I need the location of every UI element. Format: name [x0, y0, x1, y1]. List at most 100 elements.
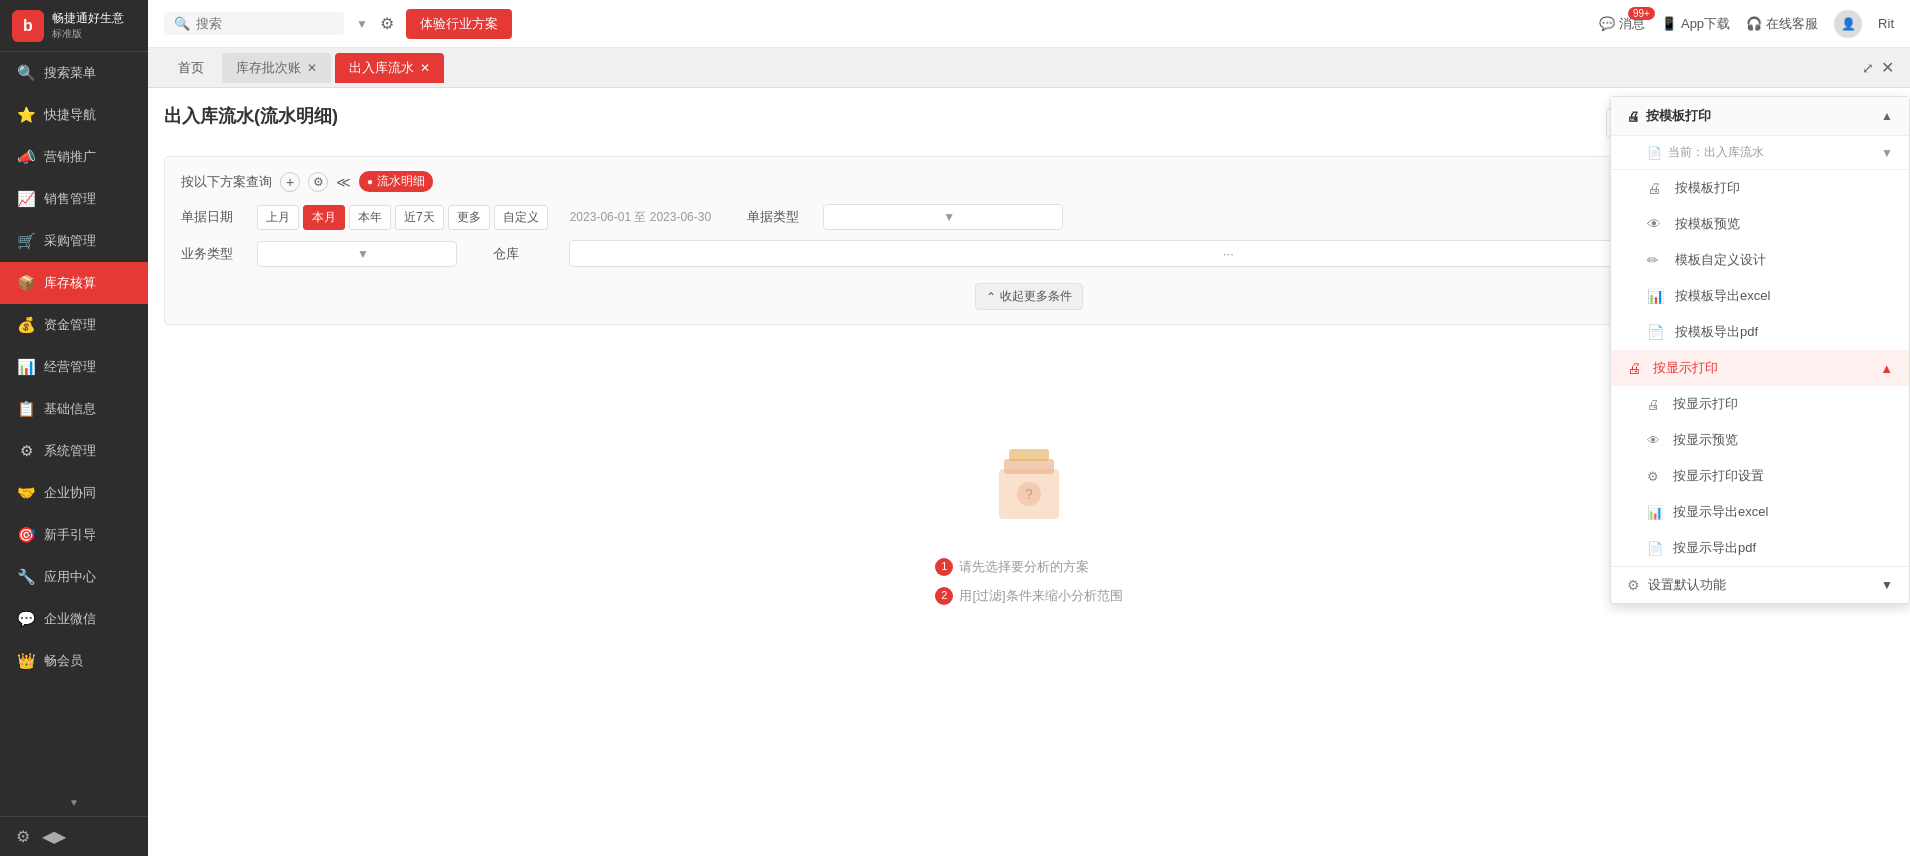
- empty-step-2: 2 用[过滤]条件来缩小分析范围: [935, 584, 1122, 607]
- sidebar-menu: 🔍 搜索菜单 ⭐ 快捷导航 📣 营销推广 📈 销售管理 🛒 采购管理 📦 库存核…: [0, 52, 148, 789]
- page-title: 出入库流水(流水明细): [164, 104, 338, 128]
- sidebar-item-appcenter[interactable]: 🔧 应用中心: [0, 556, 148, 598]
- search-icon: 🔍: [174, 16, 190, 31]
- current-template-label: 📄 当前：出入库流水 ▼: [1611, 136, 1909, 169]
- biztype-select[interactable]: ▼: [257, 241, 457, 267]
- current-icon: 📄: [1647, 146, 1662, 160]
- date-btn-this-month[interactable]: 本月: [303, 205, 345, 230]
- dropdown-item-display-preview[interactable]: 👁 按显示预览: [1611, 422, 1909, 458]
- filter-collapse-icon[interactable]: ≪: [336, 174, 351, 190]
- member-icon: 👑: [16, 651, 36, 671]
- dropdown-item-display-settings[interactable]: ⚙ 按显示打印设置: [1611, 458, 1909, 494]
- search-box[interactable]: 🔍: [164, 12, 344, 35]
- filter-tag[interactable]: ● 流水明细: [359, 171, 433, 192]
- dropdown-item-display-excel[interactable]: 📊 按显示导出excel: [1611, 494, 1909, 530]
- collapse-icon: ⌃: [986, 290, 996, 304]
- notice-btn[interactable]: 💬 消息 99+: [1599, 15, 1645, 33]
- collapse-more-btn[interactable]: ⌃ 收起更多条件: [975, 283, 1083, 310]
- sidebar-footer: ⚙ ◀▶: [0, 816, 148, 856]
- template-excel-icon: 📊: [1647, 288, 1665, 304]
- filter-icon: ●: [367, 176, 373, 187]
- phone-icon: 📱: [1661, 16, 1677, 31]
- date-btn-more[interactable]: 更多: [448, 205, 490, 230]
- app-download-btn[interactable]: 📱 App下载: [1661, 15, 1730, 33]
- sidebar-item-marketing[interactable]: 📣 营销推广: [0, 136, 148, 178]
- tab-flow[interactable]: 出入库流水 ✕: [335, 53, 444, 83]
- sidebar-item-guide[interactable]: 🎯 新手引导: [0, 514, 148, 556]
- dropdown-collapse-icon[interactable]: ▲: [1881, 109, 1893, 123]
- display-collapse-icon: ▲: [1880, 361, 1893, 376]
- filter-add-btn[interactable]: +: [280, 172, 300, 192]
- sidebar-item-sales[interactable]: 📈 销售管理: [0, 178, 148, 220]
- dropdown-item-template-preview[interactable]: 👁 按模板预览: [1611, 206, 1909, 242]
- finance-icon: 💰: [16, 315, 36, 335]
- print-dropdown-panel: 🖨 按模板打印 ▲ 📄 当前：出入库流水 ▼ 🖨 按模板打印 👁 按模板预览 ✏…: [1610, 96, 1910, 604]
- guide-icon: 🎯: [16, 525, 36, 545]
- dropdown-header: 🖨 按模板打印 ▲: [1611, 97, 1909, 136]
- dropdown-item-display-pdf[interactable]: 📄 按显示导出pdf: [1611, 530, 1909, 566]
- tabbar: 首页 库存批次账 ✕ 出入库流水 ✕ ⤢ ✕: [148, 48, 1910, 88]
- dropdown-item-template-custom[interactable]: ✏ 模板自定义设计: [1611, 242, 1909, 278]
- dropdown-item-display-print[interactable]: 🖨 按显示打印: [1611, 386, 1909, 422]
- empty-text: 1 请先选择要分析的方案 2 用[过滤]条件来缩小分析范围: [935, 555, 1122, 608]
- sidebar-item-basic[interactable]: 📋 基础信息: [0, 388, 148, 430]
- dropdown-item-template-print[interactable]: 🖨 按模板打印: [1611, 170, 1909, 206]
- sales-icon: 📈: [16, 189, 36, 209]
- logo-area: b 畅捷通好生意 标准版: [0, 0, 148, 52]
- service-btn[interactable]: 🎧 在线客服: [1746, 15, 1818, 33]
- tab-close-all-icon[interactable]: ✕: [1881, 58, 1894, 77]
- display-excel-icon: 📊: [1647, 505, 1663, 520]
- display-print-icon: 🖨: [1647, 397, 1663, 412]
- settings-icon[interactable]: ⚙: [16, 827, 30, 846]
- sidebar-item-system[interactable]: ⚙ 系统管理: [0, 430, 148, 472]
- tab-home[interactable]: 首页: [164, 53, 218, 83]
- sidebar-item-quicknav[interactable]: ⭐ 快捷导航: [0, 94, 148, 136]
- dropdown-footer-default[interactable]: ⚙ 设置默认功能 ▼: [1611, 566, 1909, 603]
- sidebar-item-search[interactable]: 🔍 搜索菜单: [0, 52, 148, 94]
- date-btn-custom[interactable]: 自定义: [494, 205, 548, 230]
- dropdown-item-template-excel[interactable]: 📊 按模板导出excel: [1611, 278, 1909, 314]
- notice-icon: 💬: [1599, 16, 1615, 31]
- collapse-icon[interactable]: ◀▶: [42, 827, 66, 846]
- date-btn-this-year[interactable]: 本年: [349, 205, 391, 230]
- topbar-gear-icon[interactable]: ⚙: [380, 14, 394, 33]
- date-btn-last-month[interactable]: 上月: [257, 205, 299, 230]
- dropdown-item-template-pdf[interactable]: 📄 按模板导出pdf: [1611, 314, 1909, 350]
- sidebar-item-finance[interactable]: 💰 资金管理: [0, 304, 148, 346]
- trial-btn[interactable]: 体验行业方案: [406, 9, 512, 39]
- sidebar-item-operation[interactable]: 📊 经营管理: [0, 346, 148, 388]
- operation-icon: 📊: [16, 357, 36, 377]
- sidebar-item-collab[interactable]: 🤝 企业协同: [0, 472, 148, 514]
- sidebar-item-purchase[interactable]: 🛒 采购管理: [0, 220, 148, 262]
- display-preview-icon: 👁: [1647, 433, 1663, 448]
- user-avatar[interactable]: 👤: [1834, 10, 1862, 38]
- tab-flow-close[interactable]: ✕: [420, 61, 430, 75]
- current-arrow-icon: ▼: [1881, 146, 1893, 160]
- dropdown-display-section[interactable]: 🖨 按显示打印 ▲: [1611, 350, 1909, 386]
- username-label[interactable]: Rit: [1878, 16, 1894, 31]
- display-pdf-icon: 📄: [1647, 541, 1663, 556]
- marketing-icon: 📣: [16, 147, 36, 167]
- date-btn-7days[interactable]: 近7天: [395, 205, 444, 230]
- default-func-icon: ⚙: [1627, 577, 1640, 593]
- appcenter-icon: 🔧: [16, 567, 36, 587]
- footer-arrow-icon: ▼: [1881, 578, 1893, 592]
- filter-settings-btn[interactable]: ⚙: [308, 172, 328, 192]
- sidebar-scroll-down[interactable]: ▼: [65, 793, 83, 812]
- svg-text:?: ?: [1025, 486, 1033, 502]
- sidebar-item-wechat[interactable]: 💬 企业微信: [0, 598, 148, 640]
- tab-expand-icon[interactable]: ⤢: [1862, 60, 1874, 76]
- topbar: 🔍 ▼ ⚙ 体验行业方案 💬 消息 99+ 📱 App下载 🎧 在线客服 👤 R…: [148, 0, 1910, 48]
- doc-type-arrow-icon: ▼: [943, 210, 1052, 224]
- tab-batch[interactable]: 库存批次账 ✕: [222, 53, 331, 83]
- search-input[interactable]: [196, 16, 334, 31]
- sidebar-item-member[interactable]: 👑 畅会员: [0, 640, 148, 682]
- doc-type-select[interactable]: ▼: [823, 204, 1063, 230]
- sidebar-item-inventory[interactable]: 📦 库存核算: [0, 262, 148, 304]
- topbar-chevron-icon[interactable]: ▼: [356, 17, 368, 31]
- tab-batch-close[interactable]: ✕: [307, 61, 317, 75]
- svg-rect-2: [1009, 449, 1049, 461]
- biztype-arrow-icon: ▼: [357, 247, 446, 261]
- date-range-label: 2023-06-01 至 2023-06-30: [570, 209, 711, 226]
- logo-icon: b: [12, 10, 44, 42]
